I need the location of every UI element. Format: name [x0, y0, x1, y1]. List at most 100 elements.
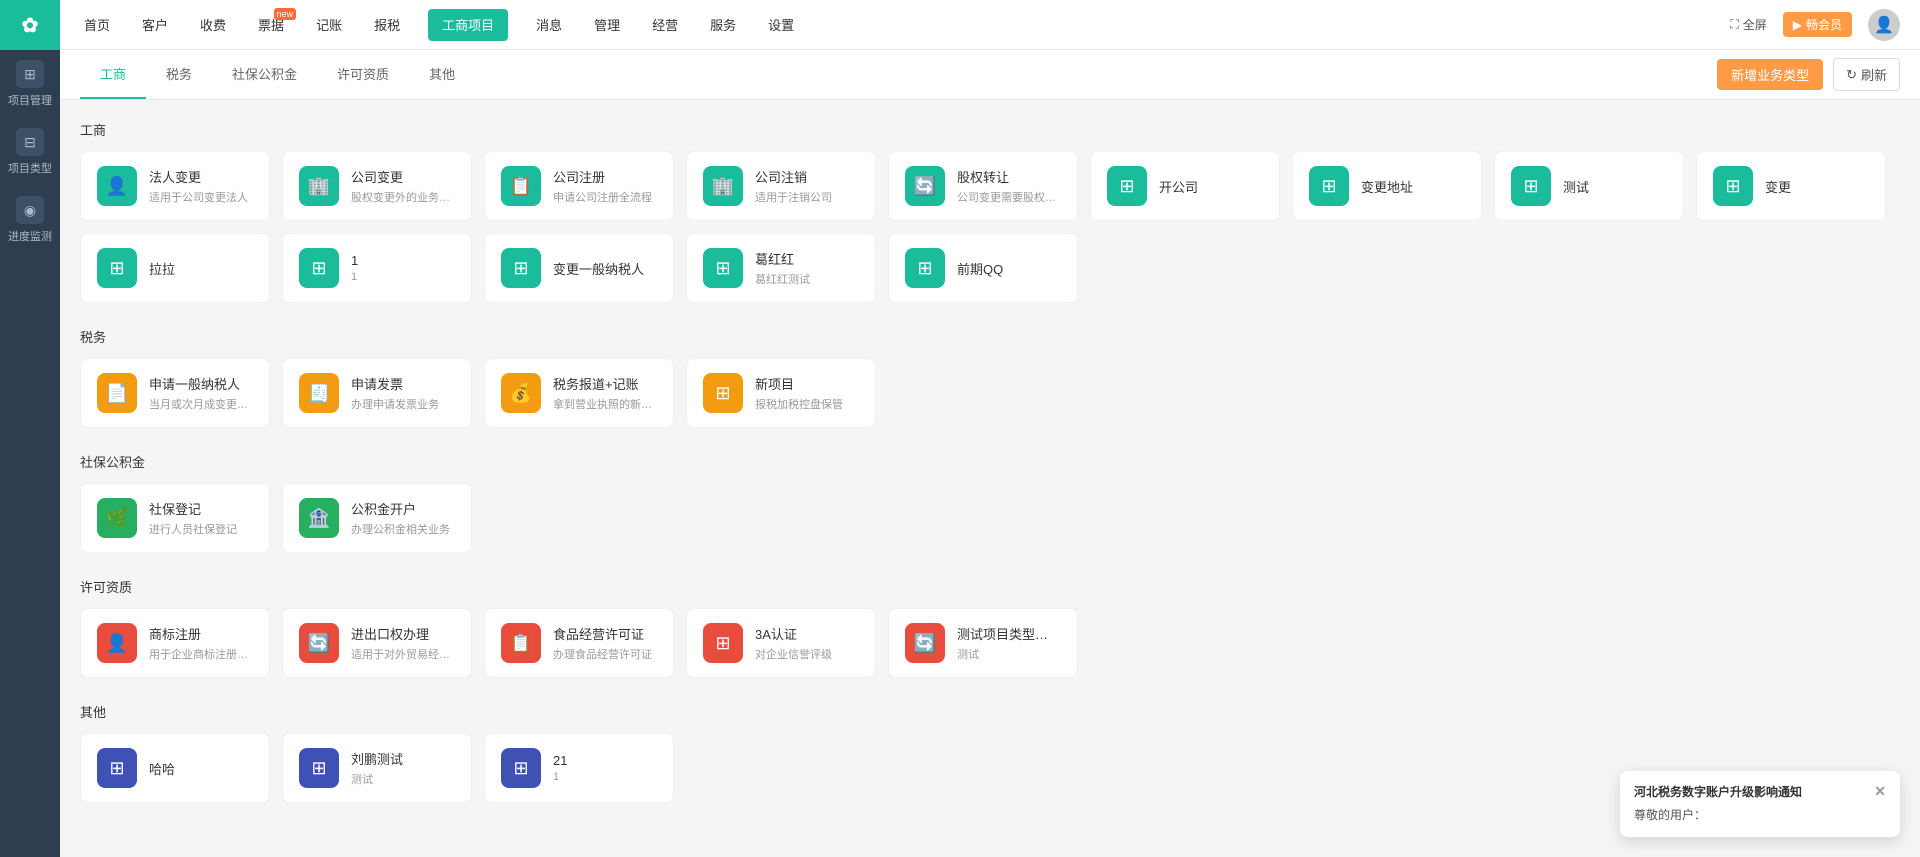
- section-title-industrial: 工商: [80, 120, 1900, 139]
- tab-bar: 工商 税务 社保公积金 许可资质 其他 新增业务类型 ↻ 刷新: [60, 50, 1920, 100]
- card-info-apply-taxpayer: 申请一般纳税人 当月或次月成变更完成: [149, 374, 253, 412]
- nav-operations[interactable]: 经营: [648, 0, 682, 50]
- card-info-front-qq: 前期QQ: [957, 259, 1061, 278]
- card-icon-change-address: ⊞: [1309, 166, 1349, 206]
- card-info-new-project: 新项目 报税加税控盘保管: [755, 374, 859, 412]
- card-front-qq[interactable]: ⊞ 前期QQ: [888, 233, 1078, 303]
- notification-popup: 河北税务数字账户升级影响通知 ✕ 尊敬的用户：: [1620, 771, 1900, 837]
- card-desc-one: 1: [351, 271, 455, 283]
- nav-home[interactable]: 首页: [80, 0, 114, 50]
- card-icon-social-register: 🌿: [97, 498, 137, 538]
- add-business-type-button[interactable]: 新增业务类型: [1717, 59, 1823, 90]
- card-company-change[interactable]: 🏢 公司变更 股权变更外的业务变更: [282, 151, 472, 221]
- card-food-license[interactable]: 📋 食品经营许可证 办理食品经营许可证: [484, 608, 674, 678]
- card-new-project[interactable]: ⊞ 新项目 报税加税控盘保管: [686, 358, 876, 428]
- tab-other[interactable]: 其他: [409, 50, 475, 99]
- card-change-address[interactable]: ⊞ 变更地址: [1292, 151, 1482, 221]
- user-avatar[interactable]: 👤: [1868, 9, 1900, 41]
- sidebar-item-project-mgmt[interactable]: ⊞ 项目管理: [0, 50, 60, 118]
- nav-accounting[interactable]: 记账: [312, 0, 346, 50]
- card-icon-change: ⊞: [1713, 166, 1753, 206]
- card-info-company-register: 公司注册 申请公司注册全流程: [553, 167, 657, 205]
- card-icon-company-cancel: 🏢: [703, 166, 743, 206]
- card-company-cancel[interactable]: 🏢 公司注销 适用于注销公司: [686, 151, 876, 221]
- card-name-test-type: 测试项目类型目定义: [957, 624, 1061, 643]
- card-desc-company-register: 申请公司注册全流程: [553, 189, 657, 205]
- sidebar: ✿ ⊞ 项目管理 ⊟ 项目类型 ◉ 进度监测: [0, 0, 60, 857]
- card-legal-change[interactable]: 👤 法人变更 适用于公司变更法人: [80, 151, 270, 221]
- card-desc-tax-report-accounting: 拿到营业执照的新公司: [553, 396, 657, 412]
- card-icon-3a-cert: ⊞: [703, 623, 743, 663]
- card-haha[interactable]: ⊞ 哈哈: [80, 733, 270, 803]
- card-3a-cert[interactable]: ⊞ 3A认证 对企业信誉评级: [686, 608, 876, 678]
- tab-industrial[interactable]: 工商: [80, 50, 146, 99]
- card-name-change-taxpayer: 变更一般纳税人: [553, 259, 657, 278]
- card-apply-taxpayer[interactable]: 📄 申请一般纳税人 当月或次月成变更完成: [80, 358, 270, 428]
- card-desc-social-register: 进行人员社保登记: [149, 521, 253, 537]
- card-fund-account[interactable]: 🏦 公积金开户 办理公积金相关业务: [282, 483, 472, 553]
- card-desc-new-project: 报税加税控盘保管: [755, 396, 859, 412]
- tab-license[interactable]: 许可资质: [317, 50, 409, 99]
- card-tax-report-accounting[interactable]: 💰 税务报道+记账 拿到营业执照的新公司: [484, 358, 674, 428]
- tab-tax[interactable]: 税务: [146, 50, 212, 99]
- card-import-export[interactable]: 🔄 进出口权办理 适用于对外贸易经营者: [282, 608, 472, 678]
- nav-billing[interactable]: 收费: [196, 0, 230, 50]
- card-equity-transfer[interactable]: 🔄 股权转让 公司变更需要股权转让: [888, 151, 1078, 221]
- nav-tickets[interactable]: 票据 new: [254, 0, 288, 50]
- card-icon-test: ⊞: [1511, 166, 1551, 206]
- nav-customer[interactable]: 客户: [138, 0, 172, 50]
- sidebar-item-project-type[interactable]: ⊟ 项目类型: [0, 118, 60, 186]
- card-desc-liupeng-test: 测试: [351, 771, 455, 787]
- nav-services[interactable]: 服务: [706, 0, 740, 50]
- card-company-register[interactable]: 📋 公司注册 申请公司注册全流程: [484, 151, 674, 221]
- card-gehonghong[interactable]: ⊞ 葛红红 葛红红测试: [686, 233, 876, 303]
- fullscreen-btn[interactable]: ⛶ 全屏: [1730, 16, 1766, 33]
- card-desc-apply-taxpayer: 当月或次月成变更完成: [149, 396, 253, 412]
- card-liupeng-test[interactable]: ⊞ 刘鹏测试 测试: [282, 733, 472, 803]
- card-test-type[interactable]: 🔄 测试项目类型目定义 测试: [888, 608, 1078, 678]
- section-title-license: 许可资质: [80, 577, 1900, 596]
- tab-actions: 新增业务类型 ↻ 刷新: [1717, 58, 1900, 91]
- card-info-lala: 拉拉: [149, 259, 253, 278]
- main-area: 首页 客户 收费 票据 new 记账 报税 工商项目 消息 管理 经营 服务 设…: [60, 0, 1920, 857]
- refresh-button[interactable]: ↻ 刷新: [1833, 58, 1900, 91]
- fullscreen-icon: ⛶: [1730, 17, 1738, 32]
- card-change-taxpayer[interactable]: ⊞ 变更一般纳税人: [484, 233, 674, 303]
- card-name-liupeng-test: 刘鹏测试: [351, 749, 455, 768]
- card-open-company[interactable]: ⊞ 开公司: [1090, 151, 1280, 221]
- card-twenty-one[interactable]: ⊞ 21 1: [484, 733, 674, 803]
- scroll-content: 工商 👤 法人变更 适用于公司变更法人 🏢 公司变更 股权变更外的业务变更 📋 …: [60, 100, 1920, 857]
- card-name-twenty-one: 21: [553, 753, 657, 768]
- card-name-open-company: 开公司: [1159, 177, 1263, 196]
- card-name-company-cancel: 公司注销: [755, 167, 859, 186]
- tab-social[interactable]: 社保公积金: [212, 50, 317, 99]
- section-title-social: 社保公积金: [80, 452, 1900, 471]
- vip-btn[interactable]: ▶ 畅会员: [1783, 12, 1852, 37]
- card-icon-twenty-one: ⊞: [501, 748, 541, 788]
- card-apply-invoice[interactable]: 🧾 申请发票 办理申请发票业务: [282, 358, 472, 428]
- card-trademark[interactable]: 👤 商标注册 用于企业商标注册服务: [80, 608, 270, 678]
- card-icon-fund-account: 🏦: [299, 498, 339, 538]
- card-lala[interactable]: ⊞ 拉拉: [80, 233, 270, 303]
- card-one[interactable]: ⊞ 1 1: [282, 233, 472, 303]
- card-change[interactable]: ⊞ 变更: [1696, 151, 1886, 221]
- card-icon-open-company: ⊞: [1107, 166, 1147, 206]
- nav-settings[interactable]: 设置: [764, 0, 798, 50]
- nav-industrial[interactable]: 工商项目: [428, 9, 508, 41]
- nav-management[interactable]: 管理: [590, 0, 624, 50]
- sidebar-item-progress-monitor[interactable]: ◉ 进度监测: [0, 186, 60, 254]
- card-info-import-export: 进出口权办理 适用于对外贸易经营者: [351, 624, 455, 662]
- card-social-register[interactable]: 🌿 社保登记 进行人员社保登记: [80, 483, 270, 553]
- card-icon-lala: ⊞: [97, 248, 137, 288]
- nav-tax[interactable]: 报税: [370, 0, 404, 50]
- card-icon-apply-invoice: 🧾: [299, 373, 339, 413]
- section-license: 许可资质 👤 商标注册 用于企业商标注册服务 🔄 进出口权办理 适用于对外贸易经…: [80, 577, 1900, 678]
- nav-messages[interactable]: 消息: [532, 0, 566, 50]
- notification-title: 河北税务数字账户升级影响通知 ✕: [1634, 783, 1886, 800]
- notification-close-button[interactable]: ✕: [1874, 783, 1886, 800]
- card-name-import-export: 进出口权办理: [351, 624, 455, 643]
- section-social: 社保公积金 🌿 社保登记 进行人员社保登记 🏦 公积金开户 办理公积金相关业务: [80, 452, 1900, 553]
- social-cards-grid: 🌿 社保登记 进行人员社保登记 🏦 公积金开户 办理公积金相关业务: [80, 483, 1900, 553]
- card-desc-legal-change: 适用于公司变更法人: [149, 189, 253, 205]
- card-test[interactable]: ⊞ 测试: [1494, 151, 1684, 221]
